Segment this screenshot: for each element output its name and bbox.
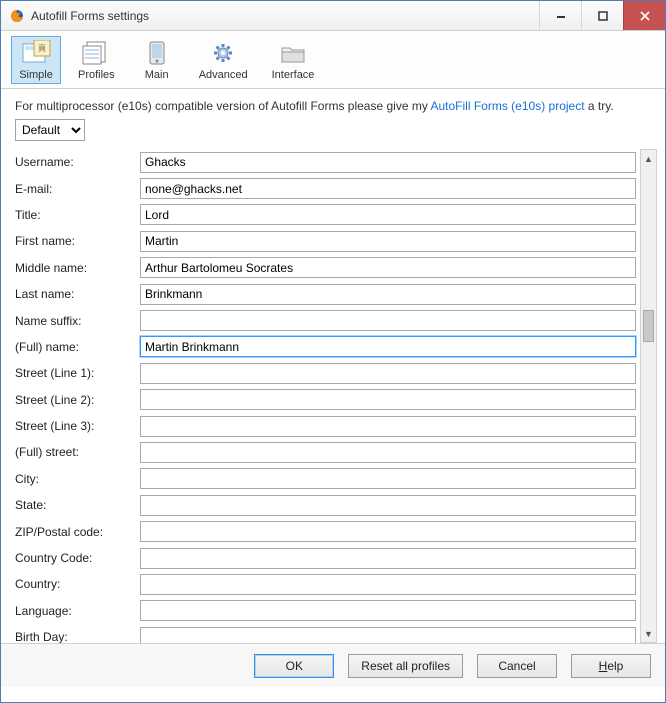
form-row: Country Code: [15,545,636,571]
field-label: Name suffix: [15,314,140,328]
profile-select[interactable]: Default [15,119,85,141]
field-label: E-mail: [15,182,140,196]
field-input[interactable] [140,363,636,384]
form-area: Username: E-mail: Title: First name: Middle … [15,149,640,643]
field-label: ZIP/Postal code: [15,525,140,539]
info-banner: For multiprocessor (e10s) compatible ver… [1,89,665,119]
form-row: Country: [15,571,636,597]
field-label: Birth Day: [15,630,140,643]
field-input[interactable] [140,152,636,173]
reset-all-profiles-button[interactable]: Reset all profiles [348,654,463,678]
form-row: Name suffix: [15,307,636,333]
field-label: State: [15,498,140,512]
form-row: Middle name: [15,255,636,281]
form-row: Language: [15,598,636,624]
banner-text-pre: For multiprocessor (e10s) compatible ver… [15,99,431,113]
field-input[interactable] [140,442,636,463]
form-row: Street (Line 3): [15,413,636,439]
main-icon [141,39,173,67]
form-row: Username: [15,149,636,175]
field-input[interactable] [140,495,636,516]
svg-text:頁: 頁 [38,44,46,53]
field-input[interactable] [140,231,636,252]
window-title: Autofill Forms settings [31,9,539,23]
form-row: Street (Line 2): [15,387,636,413]
field-input[interactable] [140,468,636,489]
field-label: Country: [15,577,140,591]
form-row: (Full) name: [15,334,636,360]
banner-link[interactable]: AutoFill Forms (e10s) project [431,99,585,113]
field-label: First name: [15,234,140,248]
toolbar-tab-simple[interactable]: 頁 Simple [11,36,61,84]
field-label: Username: [15,155,140,169]
field-input[interactable] [140,336,636,357]
field-label: City: [15,472,140,486]
toolbar-label: Simple [19,69,53,81]
field-input[interactable] [140,310,636,331]
field-label: Street (Line 2): [15,393,140,407]
gear-icon [207,39,239,67]
scroll-up-arrow[interactable]: ▲ [641,150,656,167]
field-input[interactable] [140,284,636,305]
form-row: Title: [15,202,636,228]
scroll-down-arrow[interactable]: ▼ [641,625,656,642]
dialog-footer: OK Reset all profiles Cancel Help [1,643,665,687]
cancel-button[interactable]: Cancel [477,654,557,678]
field-label: Last name: [15,287,140,301]
field-input[interactable] [140,178,636,199]
vertical-scrollbar[interactable]: ▲ ▼ [640,149,657,643]
toolbar-tab-profiles[interactable]: Profiles [71,36,122,84]
toolbar-tab-advanced[interactable]: Advanced [192,36,255,84]
simple-icon: 頁 [20,39,52,67]
ok-button[interactable]: OK [254,654,334,678]
field-input[interactable] [140,416,636,437]
field-label: Street (Line 1): [15,366,140,380]
field-input[interactable] [140,521,636,542]
form-row: (Full) street: [15,439,636,465]
form-row: City: [15,466,636,492]
toolbar-label: Advanced [199,69,248,81]
field-label: (Full) name: [15,340,140,354]
field-input[interactable] [140,389,636,410]
form-row: ZIP/Postal code: [15,518,636,544]
toolbar-label: Profiles [78,69,115,81]
toolbar: 頁 Simple Profiles Main Advanced Interfac… [1,31,665,89]
toolbar-label: Main [145,69,169,81]
field-input[interactable] [140,574,636,595]
toolbar-tab-main[interactable]: Main [132,36,182,84]
field-input[interactable] [140,627,636,643]
folder-icon [277,39,309,67]
maximize-button[interactable] [581,1,623,30]
field-label: Language: [15,604,140,618]
scrollbar-thumb[interactable] [643,310,654,342]
form-row: E-mail: [15,175,636,201]
field-label: Street (Line 3): [15,419,140,433]
field-input[interactable] [140,548,636,569]
toolbar-label: Interface [272,69,315,81]
field-label: Title: [15,208,140,222]
form-row: Last name: [15,281,636,307]
field-input[interactable] [140,257,636,278]
toolbar-tab-interface[interactable]: Interface [265,36,322,84]
field-input[interactable] [140,204,636,225]
close-button[interactable] [623,1,665,30]
help-button[interactable]: Help [571,654,651,678]
field-label: Country Code: [15,551,140,565]
field-label: (Full) street: [15,445,140,459]
form-row: Street (Line 1): [15,360,636,386]
banner-text-post: a try. [588,99,614,113]
field-input[interactable] [140,600,636,621]
form-row: State: [15,492,636,518]
minimize-button[interactable] [539,1,581,30]
profiles-icon [80,39,112,67]
field-label: Middle name: [15,261,140,275]
form-row: Birth Day: [15,624,636,643]
titlebar: Autofill Forms settings [1,1,665,31]
firefox-icon [9,8,25,24]
form-row: First name: [15,228,636,254]
